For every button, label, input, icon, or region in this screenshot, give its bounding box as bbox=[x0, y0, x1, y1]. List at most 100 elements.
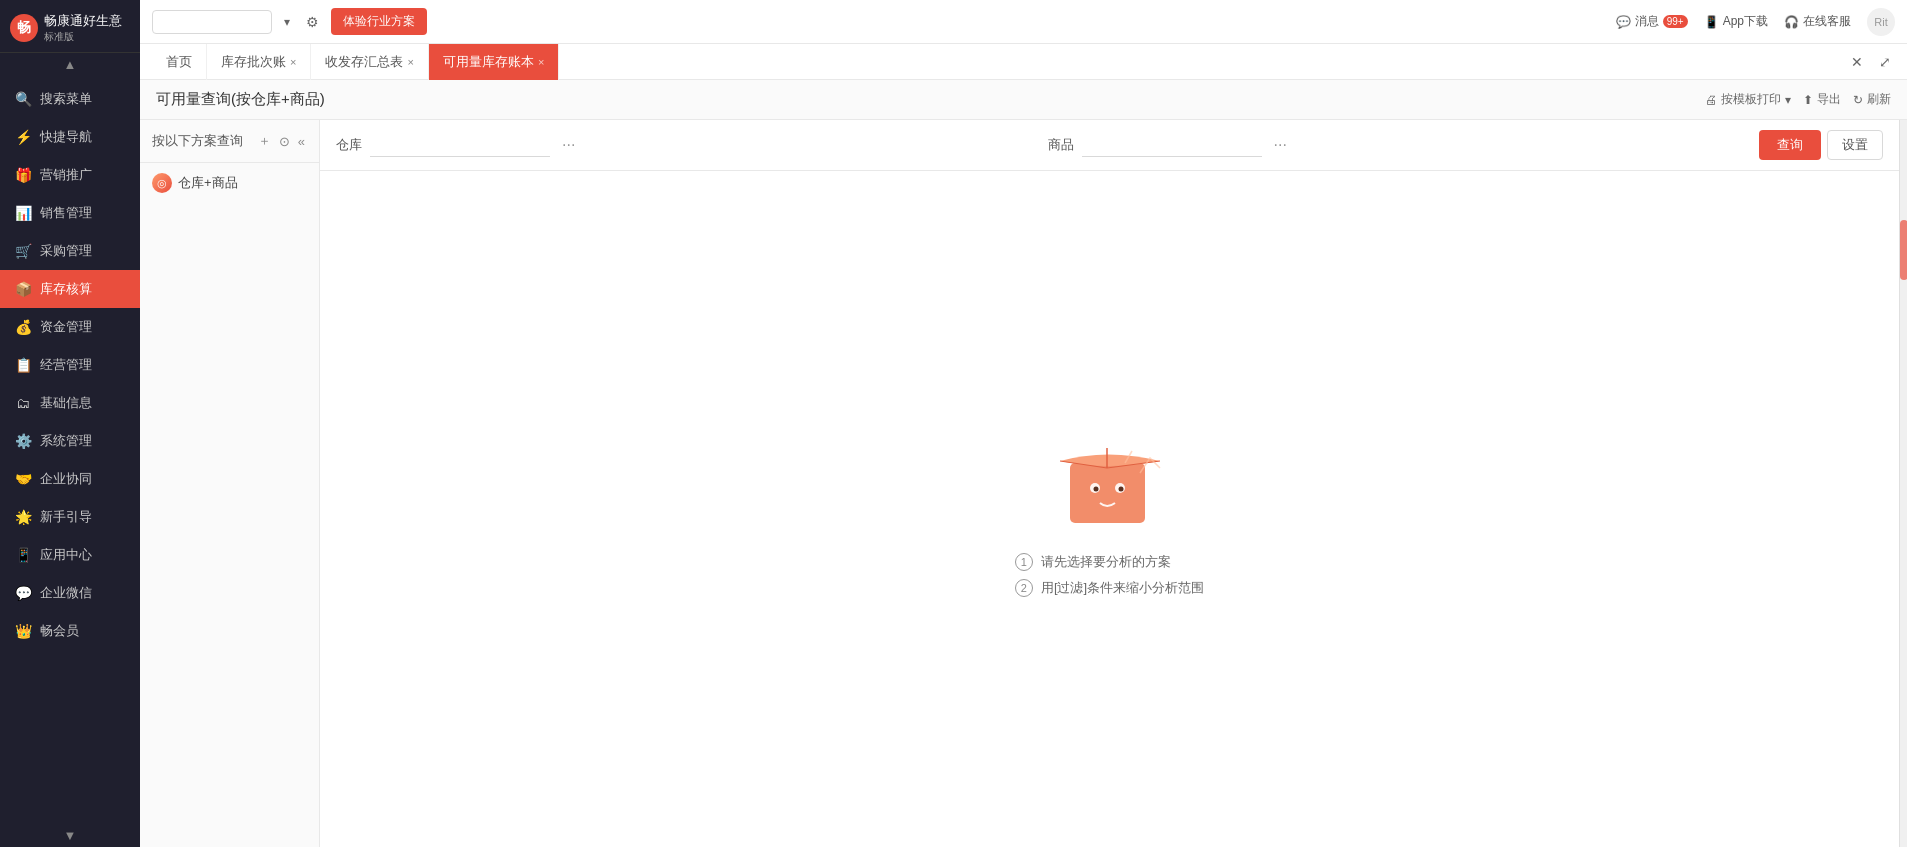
scheme-item-warehouse-goods[interactable]: ◎ 仓库+商品 bbox=[140, 163, 319, 203]
page-header: 可用量查询(按仓库+商品) 🖨 按模板打印 ▾ ⬆ 导出 ↻ 刷新 bbox=[140, 80, 1907, 120]
query-btn[interactable]: 查询 bbox=[1759, 130, 1821, 160]
scheme-item-label: 仓库+商品 bbox=[178, 174, 238, 192]
sidebar-scroll-down[interactable]: ▼ bbox=[0, 824, 140, 847]
scrollbar-thumb[interactable] bbox=[1900, 220, 1907, 280]
sidebar-item-inventory[interactable]: 📦 库存核算 bbox=[0, 270, 140, 308]
export-icon: ⬆ bbox=[1803, 93, 1813, 107]
sidebar-item-purchase[interactable]: 🛒 采购管理 bbox=[0, 232, 140, 270]
nav-label-search: 搜索菜单 bbox=[40, 90, 92, 108]
sidebar-nav: 🔍 搜索菜单 ⚡ 快捷导航 🎁 营销推广 📊 销售管理 🛒 采购管理 📦 库存核… bbox=[0, 76, 140, 824]
refresh-icon: ↻ bbox=[1853, 93, 1863, 107]
add-scheme-btn[interactable]: ＋ bbox=[256, 130, 273, 152]
brand-icon: 畅 bbox=[10, 14, 38, 42]
nav-icon-finance: 💰 bbox=[14, 318, 32, 336]
sidebar-item-operations[interactable]: 📋 经营管理 bbox=[0, 346, 140, 384]
tab-summary-close[interactable]: × bbox=[407, 56, 413, 68]
print-template-btn[interactable]: 🖨 按模板打印 ▾ bbox=[1705, 91, 1791, 108]
brand-info: 畅康通好生意 标准版 bbox=[44, 12, 122, 44]
empty-state: 1 请先选择要分析的方案 2 用[过滤]条件来缩小分析范围 bbox=[320, 171, 1899, 847]
nav-icon-member: 👑 bbox=[14, 622, 32, 640]
nav-icon-marketing: 🎁 bbox=[14, 166, 32, 184]
tab-home[interactable]: 首页 bbox=[152, 44, 207, 80]
topbar-search-input[interactable] bbox=[152, 10, 272, 34]
svg-point-4 bbox=[1118, 487, 1123, 492]
sidebar-item-finance[interactable]: 💰 资金管理 bbox=[0, 308, 140, 346]
topbar-right: 💬 消息 99+ 📱 App下载 🎧 在线客服 Rit bbox=[1616, 8, 1895, 36]
topbar-message[interactable]: 💬 消息 99+ bbox=[1616, 13, 1688, 30]
nav-label-member: 畅会员 bbox=[40, 622, 79, 640]
sidebar-item-member[interactable]: 👑 畅会员 bbox=[0, 612, 140, 650]
nav-label-marketing: 营销推广 bbox=[40, 166, 92, 184]
nav-icon-basic: 🗂 bbox=[14, 394, 32, 412]
brand-name: 畅康通好生意 bbox=[44, 12, 122, 30]
warehouse-filter-input[interactable] bbox=[370, 133, 550, 157]
topbar-search bbox=[152, 10, 272, 34]
nav-icon-appcenter: 📱 bbox=[14, 546, 32, 564]
nav-label-wechat: 企业微信 bbox=[40, 584, 92, 602]
app-label: App下载 bbox=[1723, 13, 1768, 30]
tip-text-2: 用[过滤]条件来缩小分析范围 bbox=[1041, 579, 1204, 597]
right-content: 仓库 ··· 商品 ··· 查询 设置 bbox=[320, 120, 1899, 847]
right-scrollbar[interactable] bbox=[1899, 120, 1907, 847]
export-btn[interactable]: ⬆ 导出 bbox=[1803, 91, 1841, 108]
avatar[interactable]: Rit bbox=[1867, 8, 1895, 36]
page-title: 可用量查询(按仓库+商品) bbox=[156, 90, 1705, 109]
nav-label-system: 系统管理 bbox=[40, 432, 92, 450]
tab-summary-label: 收发存汇总表 bbox=[325, 53, 403, 71]
sidebar-item-basic[interactable]: 🗂 基础信息 bbox=[0, 384, 140, 422]
message-icon: 💬 bbox=[1616, 15, 1631, 29]
industry-btn[interactable]: 体验行业方案 bbox=[331, 8, 427, 35]
sidebar-item-enterprise[interactable]: 🤝 企业协同 bbox=[0, 460, 140, 498]
sidebar-scroll-up[interactable]: ▲ bbox=[0, 53, 140, 76]
tab-summary[interactable]: 收发存汇总表 × bbox=[311, 44, 428, 80]
refresh-label: 刷新 bbox=[1867, 91, 1891, 108]
nav-icon-operations: 📋 bbox=[14, 356, 32, 374]
sidebar-item-newbie[interactable]: 🌟 新手引导 bbox=[0, 498, 140, 536]
tab-batch-close[interactable]: × bbox=[290, 56, 296, 68]
export-label: 导出 bbox=[1817, 91, 1841, 108]
warehouse-more-btn[interactable]: ··· bbox=[558, 136, 579, 154]
nav-label-shortcut: 快捷导航 bbox=[40, 128, 92, 146]
tab-available[interactable]: 可用量库存账本 × bbox=[429, 44, 559, 80]
topbar-dropdown-btn[interactable]: ▾ bbox=[280, 11, 294, 33]
left-panel-title: 按以下方案查询 bbox=[152, 132, 243, 150]
tab-maximize-btn[interactable]: ⤢ bbox=[1875, 50, 1895, 74]
settings-scheme-btn[interactable]: ⊙ bbox=[277, 130, 292, 152]
sidebar-item-system[interactable]: ⚙️ 系统管理 bbox=[0, 422, 140, 460]
nav-label-operations: 经营管理 bbox=[40, 356, 92, 374]
tab-available-label: 可用量库存账本 bbox=[443, 53, 534, 71]
sidebar-item-marketing[interactable]: 🎁 营销推广 bbox=[0, 156, 140, 194]
collapse-panel-btn[interactable]: « bbox=[296, 130, 307, 152]
refresh-btn[interactable]: ↻ 刷新 bbox=[1853, 91, 1891, 108]
sidebar-item-sales[interactable]: 📊 销售管理 bbox=[0, 194, 140, 232]
filter-settings-btn[interactable]: 设置 bbox=[1827, 130, 1883, 160]
topbar-service[interactable]: 🎧 在线客服 bbox=[1784, 13, 1851, 30]
print-label: 按模板打印 bbox=[1721, 91, 1781, 108]
user-name: Rit bbox=[1867, 8, 1895, 36]
tab-available-close[interactable]: × bbox=[538, 56, 544, 68]
sidebar-item-wechat[interactable]: 💬 企业微信 bbox=[0, 574, 140, 612]
goods-more-btn[interactable]: ··· bbox=[1270, 136, 1291, 154]
app-icon: 📱 bbox=[1704, 15, 1719, 29]
nav-icon-system: ⚙️ bbox=[14, 432, 32, 450]
tip-num-1: 1 bbox=[1015, 553, 1033, 571]
nav-label-inventory: 库存核算 bbox=[40, 280, 92, 298]
tab-home-label: 首页 bbox=[166, 53, 192, 71]
empty-tip-1: 1 请先选择要分析的方案 bbox=[1015, 553, 1204, 571]
brand: 畅 畅康通好生意 标准版 bbox=[10, 12, 130, 44]
warehouse-filter-group: 仓库 ··· bbox=[336, 133, 1032, 157]
sidebar-item-shortcut[interactable]: ⚡ 快捷导航 bbox=[0, 118, 140, 156]
empty-svg bbox=[1050, 413, 1170, 533]
topbar-gear-icon[interactable]: ⚙ bbox=[302, 10, 323, 34]
goods-filter-input[interactable] bbox=[1082, 133, 1262, 157]
tab-close-all-btn[interactable]: ✕ bbox=[1847, 50, 1867, 74]
empty-tips: 1 请先选择要分析的方案 2 用[过滤]条件来缩小分析范围 bbox=[1015, 553, 1204, 605]
topbar-app-download[interactable]: 📱 App下载 bbox=[1704, 13, 1768, 30]
tab-batch[interactable]: 库存批次账 × bbox=[207, 44, 311, 80]
sidebar-item-search[interactable]: 🔍 搜索菜单 bbox=[0, 80, 140, 118]
topbar: ▾ ⚙ 体验行业方案 💬 消息 99+ 📱 App下载 🎧 在线客服 Rit bbox=[140, 0, 1907, 44]
left-panel-icon-group: ＋ ⊙ « bbox=[256, 130, 307, 152]
nav-label-purchase: 采购管理 bbox=[40, 242, 92, 260]
sidebar-item-appcenter[interactable]: 📱 应用中心 bbox=[0, 536, 140, 574]
tabs-bar: 首页 库存批次账 × 收发存汇总表 × 可用量库存账本 × ✕ ⤢ bbox=[140, 44, 1907, 80]
